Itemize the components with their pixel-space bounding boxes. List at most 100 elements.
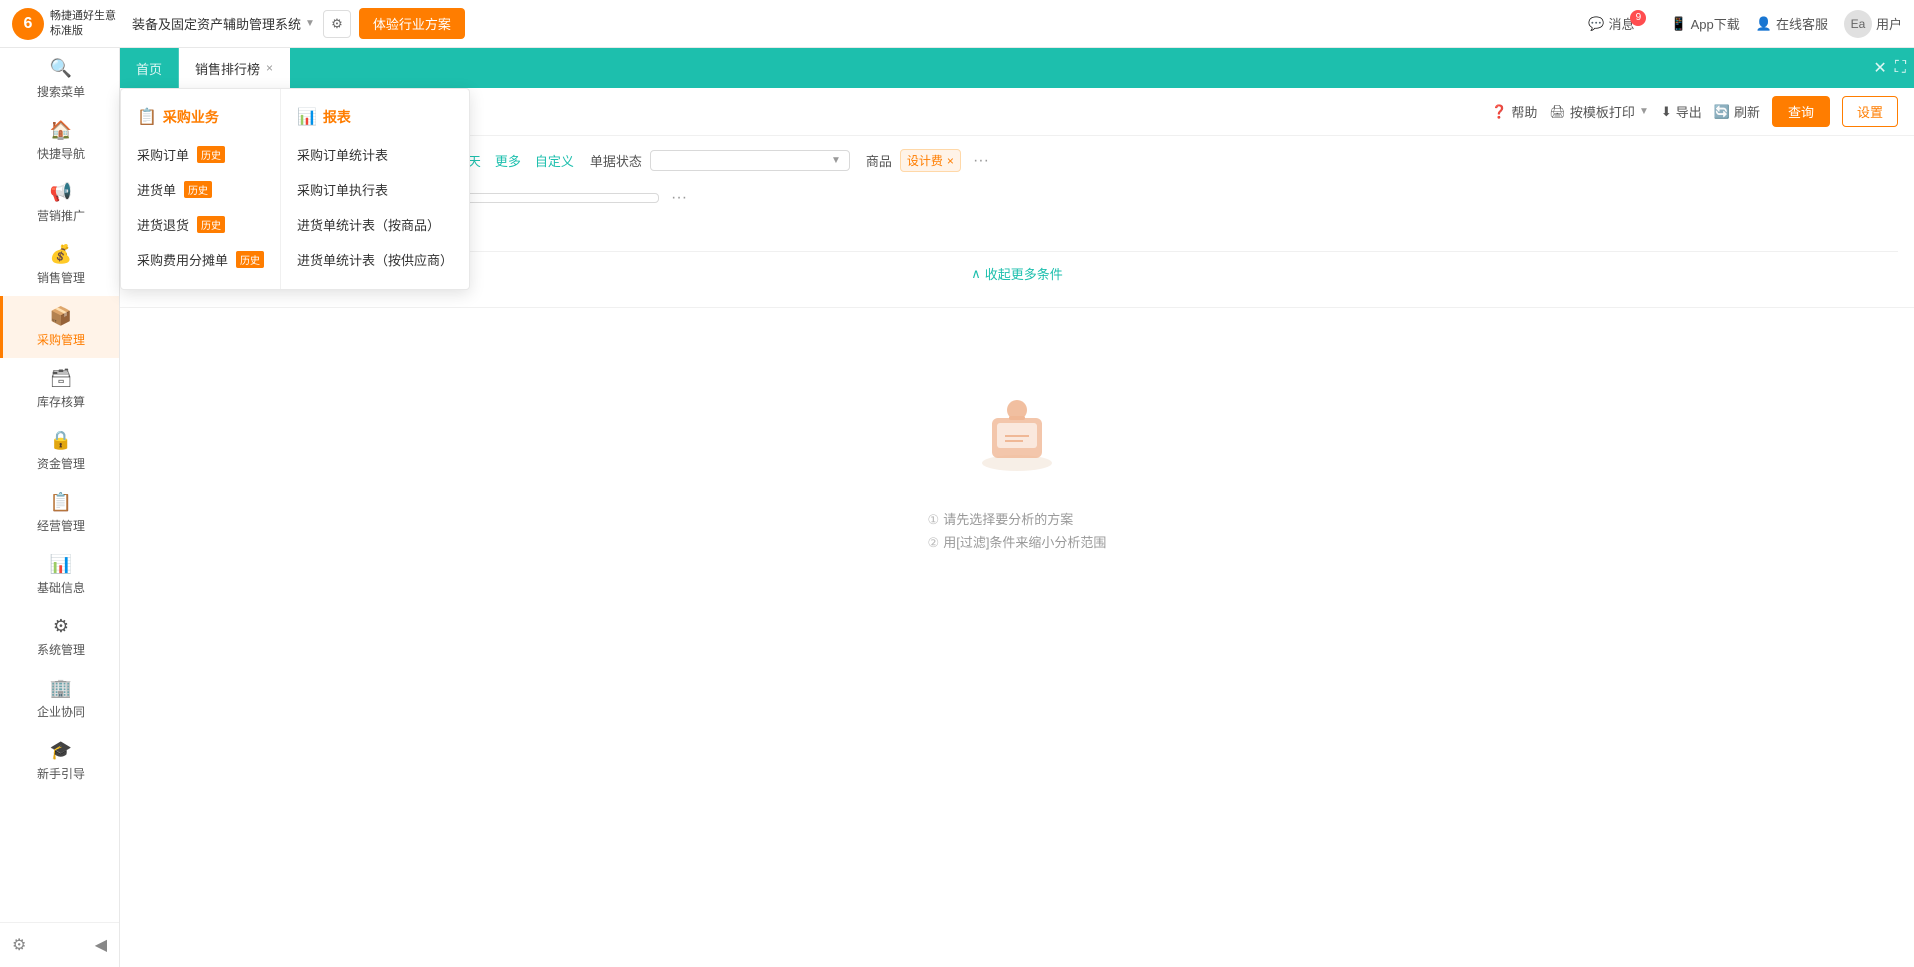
collapse-btn[interactable]: ∧ 收起更多条件 bbox=[963, 260, 1071, 287]
service-icon: 👤 bbox=[1756, 16, 1772, 32]
purchase-order-stat-label: 采购订单统计表 bbox=[297, 145, 388, 164]
tab-close-all-icon[interactable]: ✕ bbox=[1873, 58, 1886, 78]
home-icon: 🏠 bbox=[50, 120, 72, 141]
purchase-order-stat-item[interactable]: 采购订单统计表 bbox=[281, 137, 469, 172]
export-btn[interactable]: ⬇ 导出 bbox=[1661, 102, 1702, 121]
status-label: 单据状态 bbox=[590, 151, 642, 170]
help-btn[interactable]: ❓ 帮助 bbox=[1491, 102, 1537, 121]
refresh-label: 刷新 bbox=[1734, 102, 1760, 121]
purchase-return-hist: 历史 bbox=[197, 216, 225, 233]
help-icon: ❓ bbox=[1491, 104, 1507, 120]
print-icon: 🖨 bbox=[1549, 104, 1566, 120]
sidebar-item-enterprise[interactable]: 🏢 企业协同 bbox=[0, 668, 119, 730]
dropdown-arrow-icon[interactable]: ▼ bbox=[305, 18, 315, 29]
purchase-goods-label: 进货单 bbox=[137, 180, 176, 199]
purchase-return-item[interactable]: 进货退货 历史 bbox=[121, 207, 280, 242]
date-shortcut-more[interactable]: 更多 bbox=[495, 151, 521, 170]
goods-filter: 商品 设计费 × ··· bbox=[866, 149, 993, 172]
sidebar-label-guide: 新手引导 bbox=[37, 765, 85, 782]
goods-label: 商品 bbox=[866, 151, 892, 170]
goods-more-btn[interactable]: ··· bbox=[969, 152, 993, 170]
guide-icon: 🎓 bbox=[50, 740, 72, 761]
avatar: Ea bbox=[1844, 10, 1872, 38]
sidebar-collapse-btn[interactable]: ◀ bbox=[95, 935, 107, 955]
industry-btn[interactable]: 体验行业方案 bbox=[359, 8, 465, 39]
user-label: 用户 bbox=[1876, 14, 1902, 33]
app-label: App下载 bbox=[1691, 14, 1740, 33]
status-filter: 单据状态 ▼ bbox=[590, 150, 850, 171]
purchase-order-label: 采购订单 bbox=[137, 145, 189, 164]
logo-area: 6 畅捷通好生意 标准版 bbox=[12, 8, 132, 40]
system-title-text: 装备及固定资产辅助管理系统 bbox=[132, 14, 301, 33]
purchase-business-header: 📋 采购业务 bbox=[121, 101, 280, 137]
operations-icon: 📋 bbox=[50, 492, 72, 513]
sidebar-item-finance[interactable]: 🔒 资金管理 bbox=[0, 420, 119, 482]
purchase-order-hist: 历史 bbox=[197, 146, 225, 163]
query-btn[interactable]: 查询 bbox=[1772, 96, 1830, 127]
purchase-business-icon: 📋 bbox=[137, 107, 157, 127]
app-download-btn[interactable]: 📱 App下载 bbox=[1670, 14, 1739, 33]
status-select[interactable]: ▼ bbox=[650, 150, 850, 171]
purchase-goods-hist: 历史 bbox=[184, 181, 212, 198]
sidebar-label-purchase: 采购管理 bbox=[37, 331, 85, 348]
goods-stat-by-product-label: 进货单统计表（按商品） bbox=[297, 215, 440, 234]
sidebar-item-quick-nav[interactable]: 🏠 快捷导航 bbox=[0, 110, 119, 172]
goods-tag[interactable]: 设计费 × bbox=[900, 149, 961, 172]
tab-sales-ranking[interactable]: 销售排行榜 × bbox=[179, 48, 290, 88]
goods-stat-by-supplier-item[interactable]: 进货单统计表（按供应商） bbox=[281, 242, 469, 277]
search-icon: 🔍 bbox=[50, 58, 72, 79]
goods-stat-by-product-item[interactable]: 进货单统计表（按商品） bbox=[281, 207, 469, 242]
empty-illustration bbox=[967, 388, 1067, 488]
sidebar-label-finance: 资金管理 bbox=[37, 455, 85, 472]
sidebar-item-search[interactable]: 🔍 搜索菜单 bbox=[0, 48, 119, 110]
refresh-icon: 🔄 bbox=[1714, 104, 1730, 120]
settings-btn[interactable]: ⚙ bbox=[323, 10, 351, 38]
system-title: 装备及固定资产辅助管理系统 ▼ bbox=[132, 14, 315, 33]
print-dropdown-icon: ▼ bbox=[1639, 106, 1649, 117]
help-label: 帮助 bbox=[1511, 102, 1537, 121]
sidebar-item-marketing[interactable]: 📢 营销推广 bbox=[0, 172, 119, 234]
sidebar: 🔍 搜索菜单 🏠 快捷导航 📢 营销推广 💰 销售管理 📦 采购管理 🗃 库存核… bbox=[0, 48, 120, 967]
sidebar-item-operations[interactable]: 📋 经营管理 bbox=[0, 482, 119, 544]
sidebar-item-basic-info[interactable]: 📊 基础信息 bbox=[0, 544, 119, 606]
purchase-order-item[interactable]: 采购订单 历史 bbox=[121, 137, 280, 172]
date-shortcut-custom[interactable]: 自定义 bbox=[535, 151, 574, 170]
sidebar-item-guide[interactable]: 🎓 新手引导 bbox=[0, 730, 119, 792]
sidebar-item-sales[interactable]: 💰 销售管理 bbox=[0, 234, 119, 296]
sidebar-item-system[interactable]: ⚙ 系统管理 bbox=[0, 606, 119, 668]
purchase-order-exec-item[interactable]: 采购订单执行表 bbox=[281, 172, 469, 207]
sidebar-label-operations: 经营管理 bbox=[37, 517, 85, 534]
sidebar-label-inventory: 库存核算 bbox=[37, 393, 85, 410]
marketing-icon: 📢 bbox=[50, 182, 72, 203]
sidebar-item-inventory[interactable]: 🗃 库存核算 bbox=[0, 358, 119, 420]
salesperson-select[interactable] bbox=[459, 193, 659, 203]
message-icon: 💬 bbox=[1588, 16, 1604, 32]
purchase-business-col: 📋 采购业务 采购订单 历史 进货单 历史 进货退货 历史 采购费用分摊单 历史 bbox=[121, 89, 281, 289]
settings-action-btn[interactable]: 设置 bbox=[1842, 96, 1898, 127]
tab-close-icon[interactable]: × bbox=[266, 61, 273, 75]
message-btn[interactable]: 💬 消息 9 bbox=[1588, 14, 1654, 33]
goods-tag-close-icon[interactable]: × bbox=[947, 154, 954, 168]
tab-home[interactable]: 首页 bbox=[120, 48, 179, 88]
system-icon: ⚙ bbox=[53, 616, 69, 637]
collapse-label: 收起更多条件 bbox=[985, 264, 1063, 283]
sidebar-settings-btn[interactable]: ⚙ bbox=[12, 935, 26, 955]
online-service-btn[interactable]: 👤 在线客服 bbox=[1756, 14, 1828, 33]
sidebar-label-system: 系统管理 bbox=[37, 641, 85, 658]
inventory-icon: 🗃 bbox=[50, 368, 73, 389]
sidebar-item-purchase[interactable]: 📦 采购管理 bbox=[0, 296, 119, 358]
purchase-goods-item[interactable]: 进货单 历史 bbox=[121, 172, 280, 207]
user-menu[interactable]: Ea 用户 bbox=[1844, 10, 1902, 38]
refresh-btn[interactable]: 🔄 刷新 bbox=[1714, 102, 1760, 121]
empty-tip-2: 用[过滤]条件来缩小分析范围 bbox=[928, 531, 1107, 554]
tab-expand-icon[interactable]: ⛶ bbox=[1895, 59, 1906, 77]
print-btn[interactable]: 🖨 按模板打印 ▼ bbox=[1549, 102, 1648, 121]
purchase-expense-label: 采购费用分摊单 bbox=[137, 250, 228, 269]
enterprise-icon: 🏢 bbox=[50, 678, 72, 699]
collapse-icon: ∧ bbox=[971, 266, 981, 282]
purchase-expense-item[interactable]: 采购费用分摊单 历史 bbox=[121, 242, 280, 277]
goods-stat-by-supplier-label: 进货单统计表（按供应商） bbox=[297, 250, 453, 269]
salesperson-more-btn[interactable]: ··· bbox=[667, 189, 691, 207]
header-center: 装备及固定资产辅助管理系统 ▼ ⚙ 体验行业方案 bbox=[132, 8, 1588, 39]
tab-home-label: 首页 bbox=[136, 59, 162, 78]
